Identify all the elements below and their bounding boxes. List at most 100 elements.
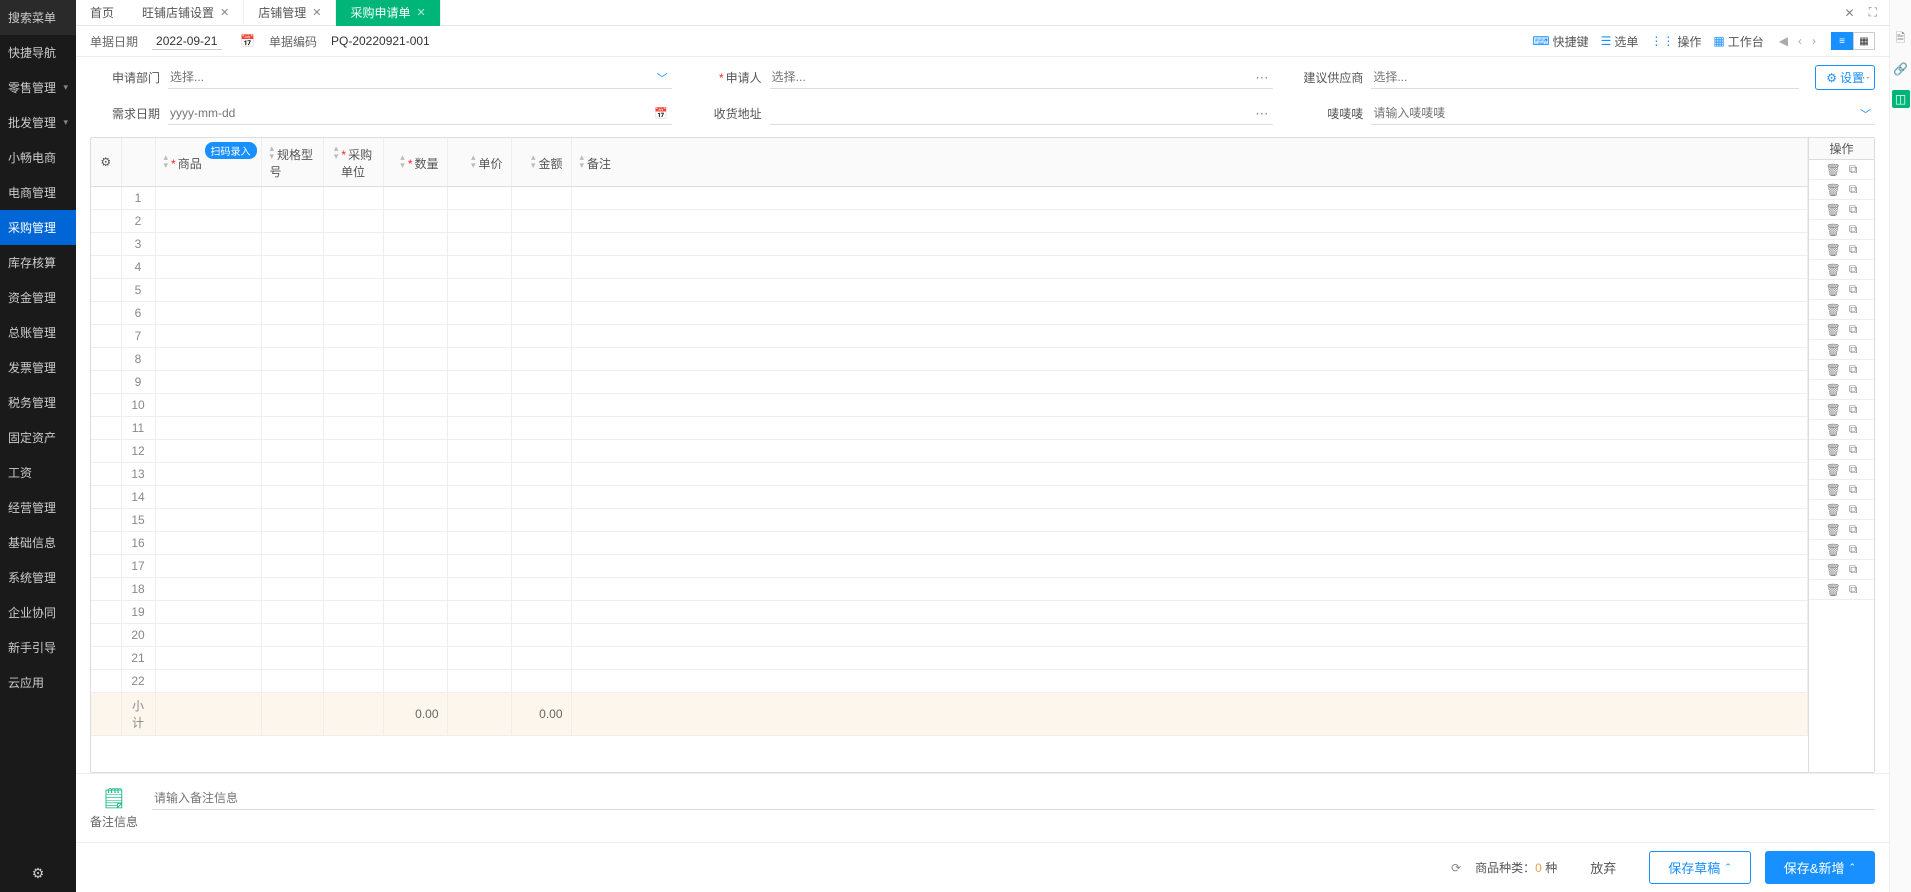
chevron-down-icon[interactable]: ﹀ <box>1860 106 1871 122</box>
more-icon[interactable]: ⋯ <box>1255 106 1269 122</box>
copy-row-icon[interactable]: ⧉ <box>1849 422 1858 437</box>
date-value[interactable]: 2022-09-21 <box>152 33 222 50</box>
delete-row-icon[interactable]: 🗑 <box>1826 243 1841 257</box>
copy-row-icon[interactable]: ⧉ <box>1849 342 1858 357</box>
copy-row-icon[interactable]: ⧉ <box>1849 482 1858 497</box>
delete-row-icon[interactable]: 🗑 <box>1826 503 1841 517</box>
delete-row-icon[interactable]: 🗑 <box>1826 463 1841 477</box>
delete-row-icon[interactable]: 🗑 <box>1826 423 1841 437</box>
sidebar-item-0[interactable]: 搜索菜单 <box>0 0 76 35</box>
table-row[interactable]: 7 <box>91 325 1808 348</box>
table-row[interactable]: 4 <box>91 256 1808 279</box>
table-row[interactable]: 1 <box>91 187 1808 210</box>
copy-row-icon[interactable]: ⧉ <box>1849 262 1858 277</box>
sidebar-item-15[interactable]: 基础信息 <box>0 525 76 560</box>
table-row[interactable]: 13 <box>91 463 1808 486</box>
delete-row-icon[interactable]: 🗑 <box>1826 523 1841 537</box>
delete-row-icon[interactable]: 🗑 <box>1826 343 1841 357</box>
delete-row-icon[interactable]: 🗑 <box>1826 323 1841 337</box>
refresh-icon[interactable]: ⟳ <box>1451 861 1461 875</box>
delete-row-icon[interactable]: 🗑 <box>1826 203 1841 217</box>
tab-close-icon[interactable]: ✕ <box>220 6 229 19</box>
sidebar-item-1[interactable]: 快捷导航 <box>0 35 76 70</box>
table-row[interactable]: 10 <box>91 394 1808 417</box>
col-settings[interactable]: ⚙ <box>91 138 121 187</box>
col-amount[interactable]: ▴▾金额 <box>511 138 571 187</box>
table-row[interactable]: 22 <box>91 670 1808 693</box>
nav-prev-icon[interactable]: ‹ <box>1795 34 1805 48</box>
table-row[interactable]: 9 <box>91 371 1808 394</box>
view-list-button[interactable]: ≡ <box>1831 32 1853 50</box>
delete-row-icon[interactable]: 🗑 <box>1826 263 1841 277</box>
sidebar-item-19[interactable]: 云应用 <box>0 665 76 700</box>
sidebar-item-18[interactable]: 新手引导 <box>0 630 76 665</box>
delete-row-icon[interactable]: 🗑 <box>1826 303 1841 317</box>
copy-row-icon[interactable]: ⧉ <box>1849 402 1858 417</box>
delete-row-icon[interactable]: 🗑 <box>1826 223 1841 237</box>
discard-button[interactable]: 放弃 <box>1571 851 1635 884</box>
copy-row-icon[interactable]: ⧉ <box>1849 302 1858 317</box>
delete-row-icon[interactable]: 🗑 <box>1826 483 1841 497</box>
copy-row-icon[interactable]: ⧉ <box>1849 322 1858 337</box>
tab-旺铺店铺设置[interactable]: 旺铺店铺设置✕ <box>128 0 244 26</box>
tab-首页[interactable]: 首页 <box>76 0 128 26</box>
delete-row-icon[interactable]: 🗑 <box>1826 443 1841 457</box>
copy-row-icon[interactable]: ⧉ <box>1849 542 1858 557</box>
tab-close-icon[interactable]: ✕ <box>312 6 321 19</box>
table-row[interactable]: 21 <box>91 647 1808 670</box>
sidebar-item-10[interactable]: 发票管理 <box>0 350 76 385</box>
table-row[interactable]: 16 <box>91 532 1808 555</box>
sidebar-item-9[interactable]: 总账管理 <box>0 315 76 350</box>
sidebar-item-2[interactable]: 零售管理▾ <box>0 70 76 105</box>
delete-row-icon[interactable]: 🗑 <box>1826 163 1841 177</box>
nav-first-icon[interactable]: ◀ <box>1776 34 1791 48</box>
delete-row-icon[interactable]: 🗑 <box>1826 583 1841 597</box>
copy-row-icon[interactable]: ⧉ <box>1849 502 1858 517</box>
more-icon[interactable]: ⋯ <box>1857 70 1871 86</box>
table-row[interactable]: 5 <box>91 279 1808 302</box>
operate-link[interactable]: ⋮⋮操作 <box>1650 33 1701 50</box>
options-link[interactable]: ☰选单 <box>1601 33 1639 50</box>
workbench-link[interactable]: ▦工作台 <box>1713 33 1763 50</box>
copy-row-icon[interactable]: ⧉ <box>1849 522 1858 537</box>
col-unit[interactable]: ▴▾*采购单位 <box>323 138 383 187</box>
verify-input[interactable] <box>1371 102 1875 125</box>
sidebar-item-11[interactable]: 税务管理 <box>0 385 76 420</box>
col-price[interactable]: ▴▾单价 <box>447 138 511 187</box>
delete-row-icon[interactable]: 🗑 <box>1826 283 1841 297</box>
scan-badge[interactable]: 扫码录入 <box>205 142 257 159</box>
col-qty[interactable]: ▴▾*数量 <box>383 138 447 187</box>
sidebar-item-5[interactable]: 电商管理 <box>0 175 76 210</box>
table-row[interactable]: 6 <box>91 302 1808 325</box>
address-input[interactable] <box>770 102 1274 125</box>
table-row[interactable]: 11 <box>91 417 1808 440</box>
col-spec[interactable]: ▴▾规格型号 <box>261 138 323 187</box>
sidebar-item-16[interactable]: 系统管理 <box>0 560 76 595</box>
sidebar-item-6[interactable]: 采购管理 <box>0 210 76 245</box>
copy-row-icon[interactable]: ⧉ <box>1849 462 1858 477</box>
tab-店铺管理[interactable]: 店铺管理✕ <box>244 0 336 26</box>
rail-link-icon[interactable]: 🔗 <box>1892 60 1910 78</box>
delete-row-icon[interactable]: 🗑 <box>1826 183 1841 197</box>
copy-row-icon[interactable]: ⧉ <box>1849 222 1858 237</box>
applicant-input[interactable] <box>770 66 1274 89</box>
sidebar-gear-icon[interactable]: ⚙ <box>0 855 76 892</box>
sidebar-item-17[interactable]: 企业协同 <box>0 595 76 630</box>
fullscreen-icon[interactable]: ⛶ <box>1865 3 1881 22</box>
table-row[interactable]: 14 <box>91 486 1808 509</box>
more-icon[interactable]: ⋯ <box>1255 70 1269 86</box>
calendar-icon[interactable]: 📅 <box>654 107 668 120</box>
table-row[interactable]: 3 <box>91 233 1808 256</box>
table-row[interactable]: 17 <box>91 555 1808 578</box>
table-row[interactable]: 12 <box>91 440 1808 463</box>
sidebar-item-14[interactable]: 经营管理 <box>0 490 76 525</box>
demand-date-input[interactable] <box>168 102 672 125</box>
copy-row-icon[interactable]: ⧉ <box>1849 202 1858 217</box>
tab-采购申请单[interactable]: 采购申请单✕ <box>336 0 440 26</box>
view-grid-button[interactable]: ▦ <box>1853 32 1875 50</box>
delete-row-icon[interactable]: 🗑 <box>1826 383 1841 397</box>
copy-row-icon[interactable]: ⧉ <box>1849 182 1858 197</box>
calendar-icon[interactable]: 📅 <box>240 34 255 48</box>
rail-doc-icon[interactable]: 🗎 <box>1892 30 1910 48</box>
dept-input[interactable] <box>168 66 672 89</box>
